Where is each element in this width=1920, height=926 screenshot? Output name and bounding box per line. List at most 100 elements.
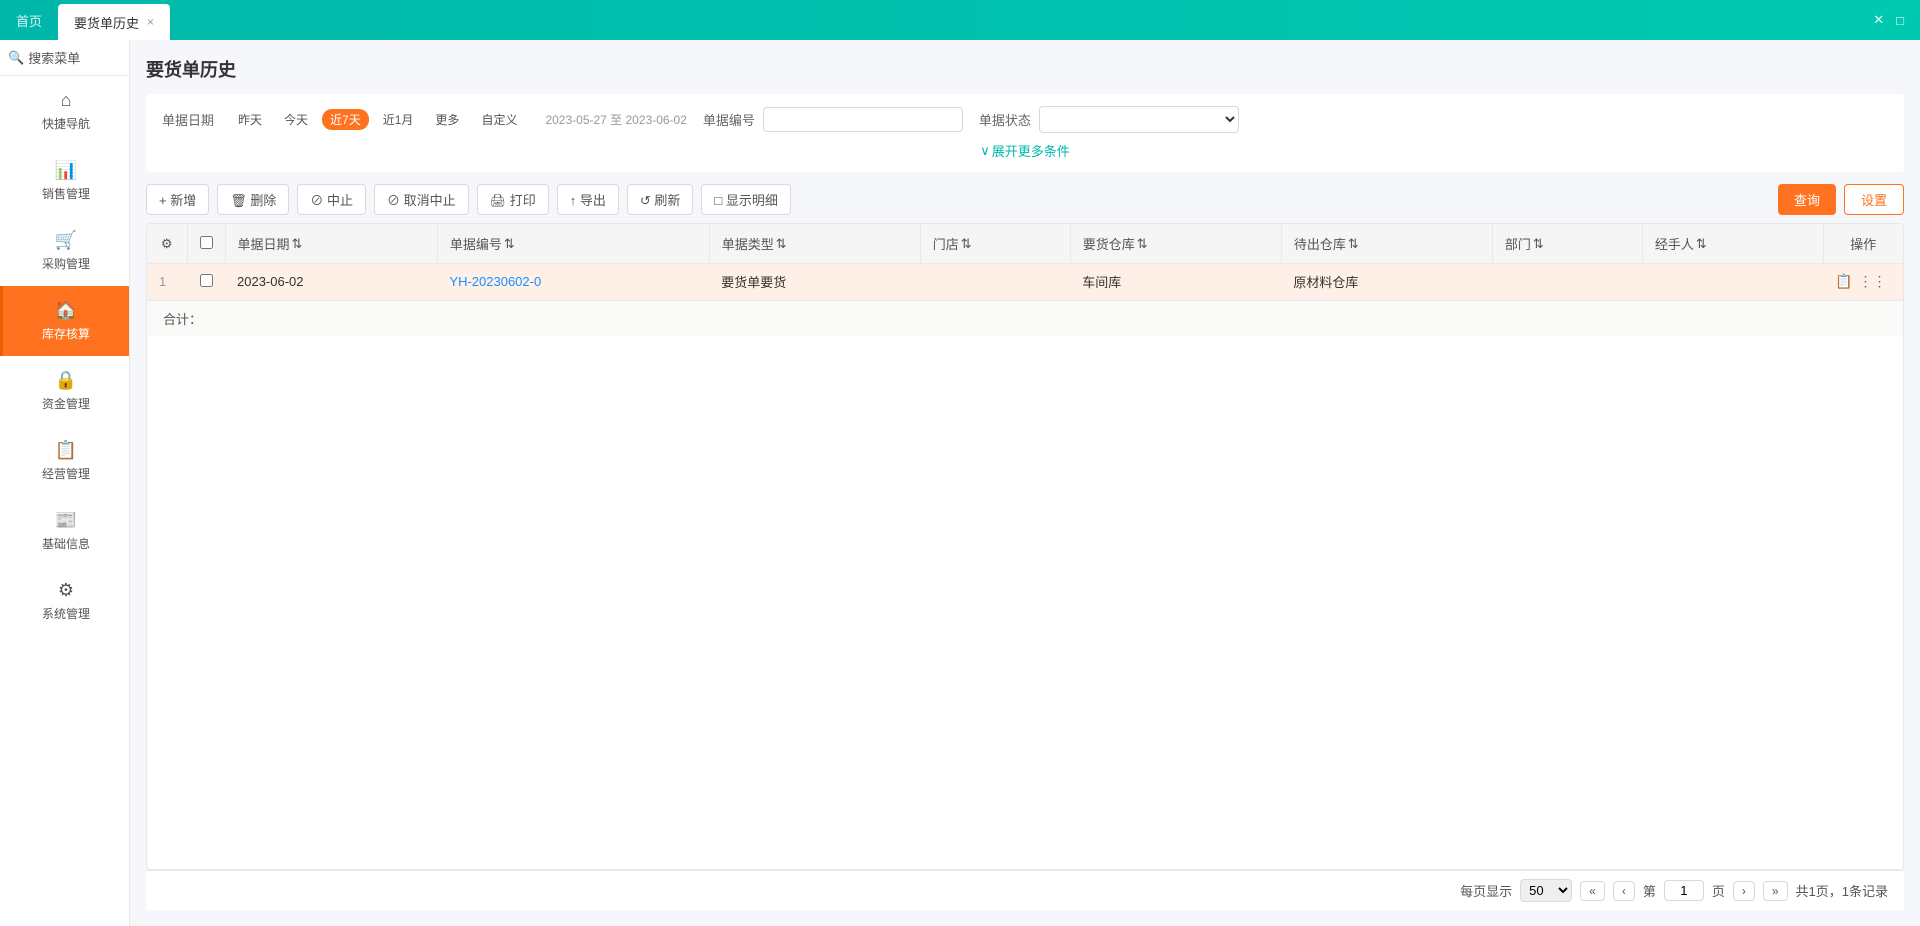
filter-row-1: 单据日期 昨天今天近7天近1月更多自定义 2023-05-27 至 2023-0… — [162, 106, 1888, 133]
sidebar-item-system-mgmt[interactable]: ⚙ 系统管理 — [0, 566, 129, 636]
chevron-down-icon: ∨ — [980, 143, 990, 159]
export-button[interactable]: ↑ 导出 — [557, 184, 619, 215]
sidebar-item-label: 经营管理 — [42, 465, 90, 482]
date-btn-last7days[interactable]: 近7天 — [322, 109, 369, 130]
cell-req-warehouse: 车间库 — [1070, 264, 1281, 300]
close-tab-icon[interactable]: × — [147, 15, 154, 29]
next-group-btn[interactable]: » — [1763, 881, 1788, 901]
date-btn-last1month[interactable]: 近1月 — [375, 109, 422, 130]
total-label: 共1页，1条记录 — [1796, 881, 1888, 900]
sidebar-item-label: 库存核算 — [42, 325, 90, 342]
stop-button[interactable]: ⊘ 中止 — [297, 184, 366, 215]
tab-bar: 首页要货单历史 × — [0, 0, 1873, 40]
date-btn-more[interactable]: 更多 — [427, 109, 467, 130]
th-handler[interactable]: 经手人 ⇅ — [1642, 224, 1823, 264]
page-input[interactable] — [1664, 880, 1704, 901]
sidebar-item-basic-info[interactable]: 📰 基础信息 — [0, 496, 129, 566]
sidebar-item-operations[interactable]: 📋 经营管理 — [0, 426, 129, 496]
sidebar-item-label: 采购管理 — [42, 255, 90, 272]
finance-mgmt-icon: 🔒 — [55, 370, 77, 391]
prev-group-btn[interactable]: « — [1580, 881, 1605, 901]
sort-icon: ⇅ — [1533, 236, 1544, 252]
query-button[interactable]: 查询 — [1778, 184, 1836, 215]
edit-icon[interactable]: 📋 — [1835, 273, 1852, 290]
cancel-stop-button[interactable]: ⊘ 取消中止 — [374, 184, 469, 215]
page-title: 要货单历史 — [146, 56, 1904, 82]
sidebar-item-label: 快捷导航 — [42, 115, 90, 132]
doc-no-link[interactable]: YH-20230602-0 — [449, 274, 541, 289]
cell-pending-warehouse: 原材料仓库 — [1281, 264, 1492, 300]
tab-home[interactable]: 首页 — [0, 0, 58, 40]
cell-store — [920, 264, 1070, 300]
cell-department — [1492, 264, 1642, 300]
sort-icon: ⇅ — [776, 236, 787, 252]
date-filters: 昨天今天近7天近1月更多自定义 — [230, 109, 525, 130]
next-btn[interactable]: › — [1733, 881, 1755, 901]
table-head: ⚙ 单据日期 ⇅ 单据编号 ⇅ 单据类型 ⇅ 门店 ⇅ 要货仓库 ⇅ 待出仓库 … — [147, 224, 1903, 264]
sidebar-item-label: 基础信息 — [42, 535, 90, 552]
date-btn-yesterday[interactable]: 昨天 — [230, 109, 270, 130]
search-menu[interactable]: 🔍 搜索菜单 — [0, 40, 129, 76]
th-store[interactable]: 门店 ⇅ — [920, 224, 1070, 264]
doc-date-label: 单据日期 — [162, 110, 214, 129]
row-checkbox[interactable] — [200, 274, 213, 287]
print-button[interactable]: 🖨 打印 — [477, 184, 549, 215]
doc-no-label: 单据编号 — [703, 110, 755, 129]
basic-info-icon: 📰 — [55, 510, 77, 531]
close-window-icon[interactable]: ✕ — [1873, 12, 1884, 28]
sidebar-item-inventory[interactable]: 🏠 库存核算 — [0, 286, 129, 356]
maximize-window-icon[interactable]: □ — [1896, 13, 1904, 28]
per-page-label: 每页显示 — [1460, 881, 1512, 900]
delete-button[interactable]: 🗑 删除 — [217, 184, 289, 215]
date-btn-today[interactable]: 今天 — [276, 109, 316, 130]
window-controls: ✕ □ — [1873, 12, 1920, 28]
cell-actions: 📋 ⋮⋮ — [1823, 264, 1903, 300]
sort-icon: ⇅ — [1137, 236, 1148, 252]
sort-icon: ⇅ — [961, 236, 972, 252]
sidebar-item-label: 销售管理 — [42, 185, 90, 202]
search-icon: 🔍 — [8, 50, 24, 66]
doc-no-input[interactable] — [763, 107, 963, 132]
row-num: 1 — [147, 264, 187, 300]
action-icons: 📋 ⋮⋮ — [1835, 273, 1891, 290]
cell-doc-no[interactable]: YH-20230602-0 — [437, 264, 709, 300]
expand-filters-btn[interactable]: ∨ 展开更多条件 — [980, 141, 1070, 160]
new-button[interactable]: + 新增 — [146, 184, 209, 215]
doc-status-select[interactable] — [1039, 106, 1239, 133]
th-doc-no[interactable]: 单据编号 ⇅ — [437, 224, 709, 264]
table-header-row: ⚙ 单据日期 ⇅ 单据编号 ⇅ 单据类型 ⇅ 门店 ⇅ 要货仓库 ⇅ 待出仓库 … — [147, 224, 1903, 264]
pagination-bar: 每页显示 50 100 « ‹ 第 页 › » 共1页，1条记录 — [146, 870, 1904, 910]
settings-button[interactable]: 设置 — [1844, 184, 1904, 215]
th-checkbox[interactable] — [187, 224, 225, 264]
page-unit: 页 — [1712, 881, 1725, 900]
date-range: 2023-05-27 至 2023-06-02 — [545, 111, 686, 128]
cell-doc-type: 要货单要货 — [709, 264, 920, 300]
th-pending-warehouse[interactable]: 待出仓库 ⇅ — [1281, 224, 1492, 264]
th-req-warehouse[interactable]: 要货仓库 ⇅ — [1070, 224, 1281, 264]
table-body: 1 2023-06-02 YH-20230602-0 要货单要货 车间库 原材料… — [147, 264, 1903, 300]
tab-history[interactable]: 要货单历史 × — [58, 4, 170, 40]
date-btn-custom[interactable]: 自定义 — [473, 109, 525, 130]
sort-icon: ⇅ — [1348, 236, 1359, 252]
th-department[interactable]: 部门 ⇅ — [1492, 224, 1642, 264]
sort-icon: ⇅ — [504, 236, 515, 252]
footer-label: 合计： — [163, 309, 202, 328]
th-doc-type[interactable]: 单据类型 ⇅ — [709, 224, 920, 264]
th-actions: 操作 — [1823, 224, 1903, 264]
sidebar-item-purchase-mgmt[interactable]: 🛒 采购管理 — [0, 216, 129, 286]
sidebar-item-quick-nav[interactable]: ⌂ 快捷导航 — [0, 76, 129, 146]
sales-mgmt-icon: 📊 — [55, 160, 77, 181]
display-detail-button[interactable]: □ 显示明细 — [701, 184, 790, 215]
sidebar-item-finance-mgmt[interactable]: 🔒 资金管理 — [0, 356, 129, 426]
more-icon[interactable]: ⋮⋮ — [1858, 273, 1886, 290]
th-doc-date[interactable]: 单据日期 ⇅ — [225, 224, 437, 264]
filter-section: 单据日期 昨天今天近7天近1月更多自定义 2023-05-27 至 2023-0… — [146, 94, 1904, 172]
refresh-button[interactable]: ↺ 刷新 — [627, 184, 694, 215]
select-all-checkbox[interactable] — [200, 236, 213, 249]
main-layout: 🔍 搜索菜单 ⌂ 快捷导航 📊 销售管理 🛒 采购管理 🏠 库存核算 🔒 资金管… — [0, 40, 1920, 926]
per-page-select[interactable]: 50 100 — [1520, 879, 1572, 902]
row-checkbox-cell[interactable] — [187, 264, 225, 300]
table-container: ⚙ 单据日期 ⇅ 单据编号 ⇅ 单据类型 ⇅ 门店 ⇅ 要货仓库 ⇅ 待出仓库 … — [146, 223, 1904, 870]
prev-btn[interactable]: ‹ — [1613, 881, 1635, 901]
sidebar-item-sales-mgmt[interactable]: 📊 销售管理 — [0, 146, 129, 216]
